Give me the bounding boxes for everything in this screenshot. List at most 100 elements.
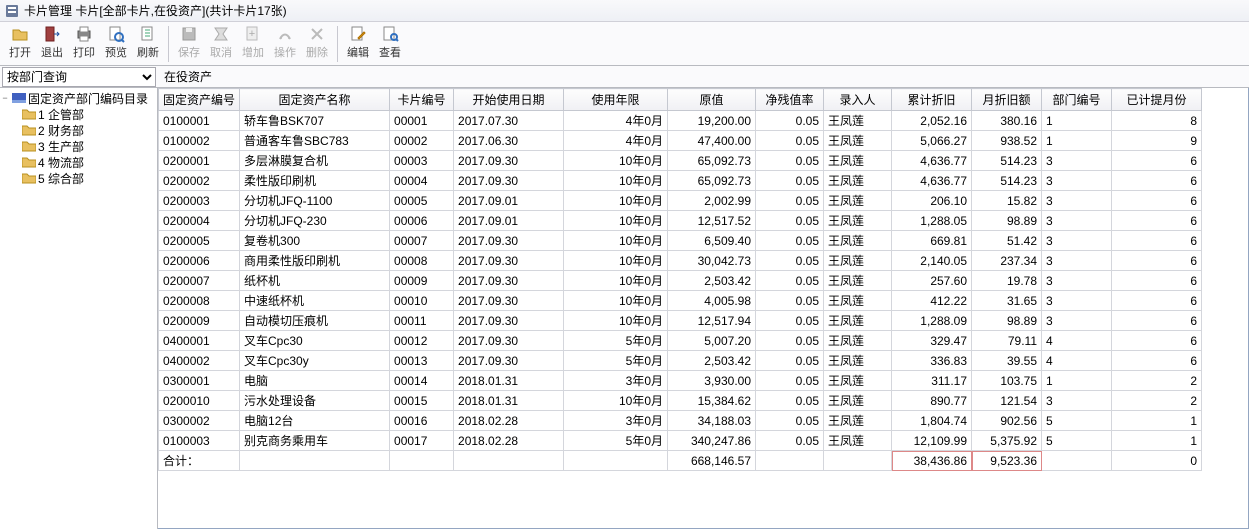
edit-button[interactable]: 编辑 — [342, 24, 374, 60]
table-row[interactable]: 0200007纸杯机000092017.09.3010年0月2,503.420.… — [159, 271, 1202, 291]
table-row[interactable]: 0200006商用柔性版印刷机000082017.09.3010年0月30,04… — [159, 251, 1202, 271]
table-row[interactable]: 0100003别克商务乘用车000172018.02.285年0月340,247… — [159, 431, 1202, 451]
cell: 00014 — [390, 371, 454, 391]
folder-icon — [22, 140, 36, 152]
cell: 0.05 — [756, 251, 824, 271]
cell: 1 — [1112, 411, 1202, 431]
tree-item[interactable]: 3 生产部 — [0, 138, 157, 154]
cell: 121.54 — [972, 391, 1042, 411]
collapse-icon[interactable]: − — [0, 93, 10, 103]
cell: 938.52 — [972, 131, 1042, 151]
table-row[interactable]: 0200004分切机JFQ-230000062017.09.0110年0月12,… — [159, 211, 1202, 231]
cell: 电脑12台 — [240, 411, 390, 431]
column-header[interactable]: 录入人 — [824, 89, 892, 111]
table-row[interactable]: 0200003分切机JFQ-1100000052017.09.0110年0月2,… — [159, 191, 1202, 211]
table-row[interactable]: 0300001电脑000142018.01.313年0月3,930.000.05… — [159, 371, 1202, 391]
table-row[interactable]: 0100002普通客车鲁SBC783000022017.06.304年0月47,… — [159, 131, 1202, 151]
cell: 10年0月 — [564, 151, 668, 171]
cell: 别克商务乘用车 — [240, 431, 390, 451]
cell: 3 — [1042, 151, 1112, 171]
tree-item[interactable]: 2 财务部 — [0, 122, 157, 138]
cell: 商用柔性版印刷机 — [240, 251, 390, 271]
cell: 4,636.77 — [892, 171, 972, 191]
cell: 00013 — [390, 351, 454, 371]
cell: 2017.09.01 — [454, 211, 564, 231]
cell: 0200006 — [159, 251, 240, 271]
table-row[interactable]: 0100001轿车鲁BSK707000012017.07.304年0月19,20… — [159, 111, 1202, 131]
tree-item[interactable]: 5 综合部 — [0, 170, 157, 186]
cell: 00011 — [390, 311, 454, 331]
cell: 4年0月 — [564, 131, 668, 151]
cell: 19.78 — [972, 271, 1042, 291]
cell: 0100002 — [159, 131, 240, 151]
cell: 4,005.98 — [668, 291, 756, 311]
cell: 5,375.92 — [972, 431, 1042, 451]
cell: 6 — [1112, 311, 1202, 331]
cell: 0200005 — [159, 231, 240, 251]
cell: 叉车Cpc30y — [240, 351, 390, 371]
column-header[interactable]: 使用年限 — [564, 89, 668, 111]
cell: 311.17 — [892, 371, 972, 391]
table-row[interactable]: 0300002电脑12台000162018.02.283年0月34,188.03… — [159, 411, 1202, 431]
column-header[interactable]: 月折旧额 — [972, 89, 1042, 111]
cell: 污水处理设备 — [240, 391, 390, 411]
filter-mode-select[interactable]: 按部门查询 — [2, 67, 156, 87]
cell: 00009 — [390, 271, 454, 291]
cell: 1 — [1042, 371, 1112, 391]
column-header[interactable]: 原值 — [668, 89, 756, 111]
exit-button[interactable]: 退出 — [36, 24, 68, 60]
cell: 分切机JFQ-1100 — [240, 191, 390, 211]
column-header[interactable]: 固定资产名称 — [240, 89, 390, 111]
cell: 103.75 — [972, 371, 1042, 391]
cell: 10年0月 — [564, 251, 668, 271]
table-row[interactable]: 0200010污水处理设备000152018.01.3110年0月15,384.… — [159, 391, 1202, 411]
cell: 2017.09.30 — [454, 271, 564, 291]
column-header[interactable]: 部门编号 — [1042, 89, 1112, 111]
print-button[interactable]: 打印 — [68, 24, 100, 60]
tree-item[interactable]: 4 物流部 — [0, 154, 157, 170]
cell: 0300001 — [159, 371, 240, 391]
cell: 0200008 — [159, 291, 240, 311]
table-row[interactable]: 0200001多层淋膜复合机000032017.09.3010年0月65,092… — [159, 151, 1202, 171]
cell: 王凤莲 — [824, 351, 892, 371]
cell: 00015 — [390, 391, 454, 411]
column-header[interactable]: 开始使用日期 — [454, 89, 564, 111]
cell: 6 — [1112, 171, 1202, 191]
table-row[interactable]: 0200009自动模切压痕机000112017.09.3010年0月12,517… — [159, 311, 1202, 331]
view-button[interactable]: 查看 — [374, 24, 406, 60]
folder-icon — [22, 108, 36, 120]
cell: 6,509.40 — [668, 231, 756, 251]
table-row[interactable]: 0400002叉车Cpc30y000132017.09.305年0月2,503.… — [159, 351, 1202, 371]
cell: 3 — [1042, 391, 1112, 411]
tree-root[interactable]: − 固定资产部门编码目录 — [0, 90, 157, 106]
asset-grid[interactable]: 固定资产编号固定资产名称卡片编号开始使用日期使用年限原值净残值率录入人累计折旧月… — [158, 88, 1249, 529]
cell: 0.05 — [756, 211, 824, 231]
tree-item-label: 2 财务部 — [38, 122, 84, 139]
titlebar: 卡片管理 卡片[全部卡片,在役资产](共计卡片17张) — [0, 0, 1249, 22]
cell: 2017.07.30 — [454, 111, 564, 131]
cell: 0.05 — [756, 391, 824, 411]
column-header[interactable]: 累计折旧 — [892, 89, 972, 111]
table-row[interactable]: 0200002柔性版印刷机000042017.09.3010年0月65,092.… — [159, 171, 1202, 191]
cell: 340,247.86 — [668, 431, 756, 451]
column-header[interactable]: 已计提月份 — [1112, 89, 1202, 111]
preview-button[interactable]: 预览 — [100, 24, 132, 60]
refresh-button[interactable]: 刷新 — [132, 24, 164, 60]
table-row[interactable]: 0200008中速纸杯机000102017.09.3010年0月4,005.98… — [159, 291, 1202, 311]
column-header[interactable]: 固定资产编号 — [159, 89, 240, 111]
cell: 00004 — [390, 171, 454, 191]
column-header[interactable]: 卡片编号 — [390, 89, 454, 111]
cell: 2018.01.31 — [454, 391, 564, 411]
cell: 0 — [1112, 451, 1202, 471]
tree-item-label: 5 综合部 — [38, 170, 84, 187]
cell: 王凤莲 — [824, 131, 892, 151]
tree-item[interactable]: 1 企管部 — [0, 106, 157, 122]
cell: 王凤莲 — [824, 431, 892, 451]
cell: 2017.09.30 — [454, 151, 564, 171]
app-icon — [4, 3, 20, 19]
column-header[interactable]: 净残值率 — [756, 89, 824, 111]
table-row[interactable]: 0400001叉车Cpc30000122017.09.305年0月5,007.2… — [159, 331, 1202, 351]
open-button[interactable]: 打开 — [4, 24, 36, 60]
cell: 1,804.74 — [892, 411, 972, 431]
table-row[interactable]: 0200005复卷机300000072017.09.3010年0月6,509.4… — [159, 231, 1202, 251]
